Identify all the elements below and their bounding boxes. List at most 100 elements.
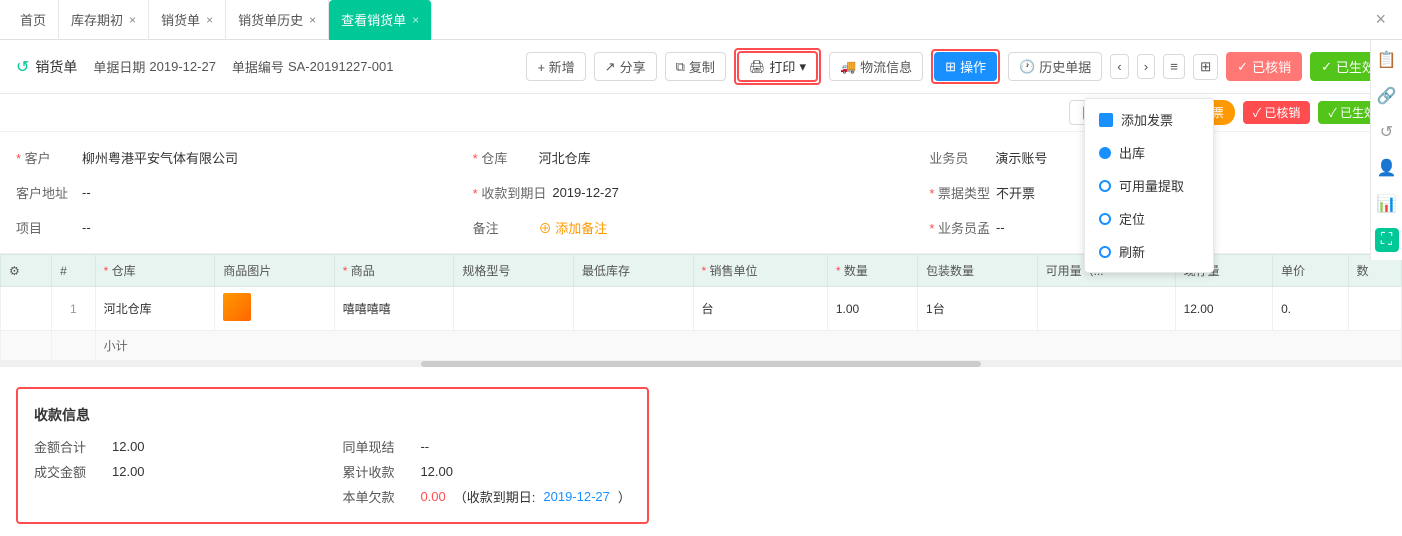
balance-note: （收款到期日: bbox=[454, 487, 536, 506]
warehouse-value: 河北仓库 bbox=[539, 148, 591, 167]
sidebar-icon-4[interactable]: 👤 bbox=[1375, 156, 1399, 180]
tab-inventory-init[interactable]: 库存期初 × bbox=[59, 0, 149, 40]
row-amount-cell bbox=[1348, 287, 1402, 331]
payment-area: 收款信息 金额合计 12.00 同单现结 -- 成交金额 12.00 bbox=[0, 367, 1402, 536]
tab-sales-history[interactable]: 销货单历史 × bbox=[226, 0, 329, 40]
dropdown-locate[interactable]: 定位 bbox=[1085, 202, 1213, 235]
same-order-row: 同单现结 -- bbox=[342, 437, 630, 456]
ticket-value: 不开票 bbox=[996, 183, 1035, 202]
cumulative-row: 累计收款 12.00 bbox=[342, 462, 630, 481]
balance-empty-cell bbox=[34, 487, 322, 506]
project-label: 项目 bbox=[16, 218, 76, 237]
col-img: 商品图片 bbox=[215, 255, 335, 287]
copy-button[interactable]: ⧉ 复制 bbox=[665, 52, 726, 81]
subtotal-row: 小计 bbox=[1, 331, 1402, 361]
dropdown-add-invoice[interactable]: 添加发票 bbox=[1085, 103, 1213, 136]
locate-label: 定位 bbox=[1119, 209, 1145, 228]
cumulative-value: 12.00 bbox=[420, 464, 453, 479]
copy-icon: ⧉ bbox=[676, 59, 685, 75]
staff2-value: -- bbox=[996, 220, 1005, 235]
staff2-label: 业务员孟 bbox=[929, 218, 990, 237]
add-note-icon: ⊕ bbox=[539, 221, 552, 236]
project-value: -- bbox=[82, 220, 91, 235]
operate-button[interactable]: ⊞ 操作 bbox=[934, 52, 997, 81]
col-pkg: 包装数量 bbox=[918, 255, 1038, 287]
doc-title-text: 销货单 bbox=[35, 57, 77, 77]
row-stock-cell: 12.00 bbox=[1175, 287, 1273, 331]
sidebar-icon-1[interactable]: 📋 bbox=[1375, 48, 1399, 72]
row-qty-cell: 1.00 bbox=[827, 287, 917, 331]
row-warehouse-cell: 河北仓库 bbox=[95, 287, 215, 331]
transaction-value: 12.00 bbox=[112, 464, 145, 479]
address-label: 客户地址 bbox=[16, 183, 76, 202]
tab-home[interactable]: 首页 bbox=[8, 0, 59, 40]
subtotal-num-cell bbox=[52, 331, 96, 361]
col-spec: 规格型号 bbox=[454, 255, 574, 287]
payment-section: 收款信息 金额合计 12.00 同单现结 -- 成交金额 12.00 bbox=[16, 387, 649, 524]
operate-label: 操作 bbox=[960, 57, 986, 76]
window-close-button[interactable]: × bbox=[1367, 9, 1394, 30]
operate-icon: ⊞ bbox=[945, 59, 956, 75]
cumulative-label: 累计收款 bbox=[342, 462, 412, 481]
sidebar-icon-expand[interactable]: ⛶ bbox=[1375, 228, 1399, 252]
logistics-icon: 🚚 bbox=[840, 59, 856, 75]
sold-button[interactable]: ✓ 已核销 bbox=[1226, 52, 1302, 81]
row-product-cell: 嘻嘻嘻嘻 bbox=[334, 287, 454, 331]
row-settings-cell bbox=[1, 287, 52, 331]
tab-view-sales-close[interactable]: × bbox=[412, 13, 419, 27]
settings-icon[interactable]: ⚙ bbox=[9, 264, 20, 278]
history-button[interactable]: 🕐 历史单据 bbox=[1008, 52, 1102, 81]
payment-date-row: 收款到期日 2019-12-27 bbox=[473, 179, 930, 206]
dropdown-refresh[interactable]: 刷新 bbox=[1085, 235, 1213, 268]
doc-number-value: SA-20191227-001 bbox=[288, 59, 394, 74]
logistics-button[interactable]: 🚚 物流信息 bbox=[829, 52, 923, 81]
print-icon: 🖨 bbox=[749, 59, 766, 75]
doc-date-item: 单据日期 2019-12-27 bbox=[93, 57, 216, 76]
doc-meta: 单据日期 2019-12-27 单据编号 SA-20191227-001 bbox=[93, 57, 393, 76]
sold-check-icon: ✓ bbox=[1237, 59, 1248, 75]
nav-next-button[interactable]: › bbox=[1137, 54, 1155, 79]
sidebar-icon-3[interactable]: ↺ bbox=[1375, 120, 1399, 144]
row-min-stock-cell bbox=[573, 287, 693, 331]
view-grid-button[interactable]: ⊞ bbox=[1193, 54, 1218, 80]
tab-sales-order[interactable]: 销货单 × bbox=[149, 0, 226, 40]
sidebar-icon-5[interactable]: 📊 bbox=[1375, 192, 1399, 216]
new-button[interactable]: + 新增 bbox=[526, 52, 585, 81]
total-value: 12.00 bbox=[112, 439, 145, 454]
share-button[interactable]: ↗ 分享 bbox=[594, 52, 657, 81]
tab-history-label: 销货单历史 bbox=[238, 10, 303, 29]
nav-prev-button[interactable]: ‹ bbox=[1110, 54, 1128, 79]
print-button[interactable]: 🖨 打印 ▾ bbox=[737, 51, 818, 82]
logistics-label: 物流信息 bbox=[860, 57, 912, 76]
tab-sales-close[interactable]: × bbox=[206, 13, 213, 27]
refresh-icon bbox=[1099, 246, 1111, 258]
warehouse-row: 仓库 河北仓库 bbox=[473, 144, 930, 171]
staff-label: 业务员 bbox=[929, 148, 989, 167]
add-note-button[interactable]: ⊕ 添加备注 bbox=[539, 218, 608, 237]
col-warehouse: 仓库 bbox=[95, 255, 215, 287]
tab-inventory-close[interactable]: × bbox=[129, 13, 136, 27]
row-pkg-cell: 1台 bbox=[918, 287, 1038, 331]
tab-home-label: 首页 bbox=[20, 10, 46, 29]
balance-suffix: ） bbox=[618, 487, 631, 506]
history-icon: 🕐 bbox=[1019, 59, 1035, 75]
available-qty-label: 可用量提取 bbox=[1119, 176, 1184, 195]
sidebar-icon-2[interactable]: 🔗 bbox=[1375, 84, 1399, 108]
transaction-label: 成交金额 bbox=[34, 462, 104, 481]
same-order-label: 同单现结 bbox=[342, 437, 412, 456]
total-row: 金额合计 12.00 bbox=[34, 437, 322, 456]
dropdown-outbound[interactable]: 出库 bbox=[1085, 136, 1213, 169]
col-qty: 数量 bbox=[827, 255, 917, 287]
tab-history-close[interactable]: × bbox=[309, 13, 316, 27]
outbound-icon bbox=[1099, 147, 1111, 159]
locate-icon bbox=[1099, 213, 1111, 225]
available-qty-icon bbox=[1099, 180, 1111, 192]
dropdown-available-qty[interactable]: 可用量提取 bbox=[1085, 169, 1213, 202]
table-row: 1 河北仓库 嘻嘻嘻嘻 台 1.00 1台 12.00 0. bbox=[1, 287, 1402, 331]
sold-badge-button[interactable]: ✓ 已核销 bbox=[1243, 101, 1311, 124]
sold-badge-icon: ✓ bbox=[1253, 106, 1261, 120]
tab-view-sales-label: 查看销货单 bbox=[341, 10, 406, 29]
share-label: 分享 bbox=[620, 57, 646, 76]
tab-view-sales[interactable]: 查看销货单 × bbox=[329, 0, 432, 40]
view-list-button[interactable]: ≡ bbox=[1163, 54, 1185, 79]
